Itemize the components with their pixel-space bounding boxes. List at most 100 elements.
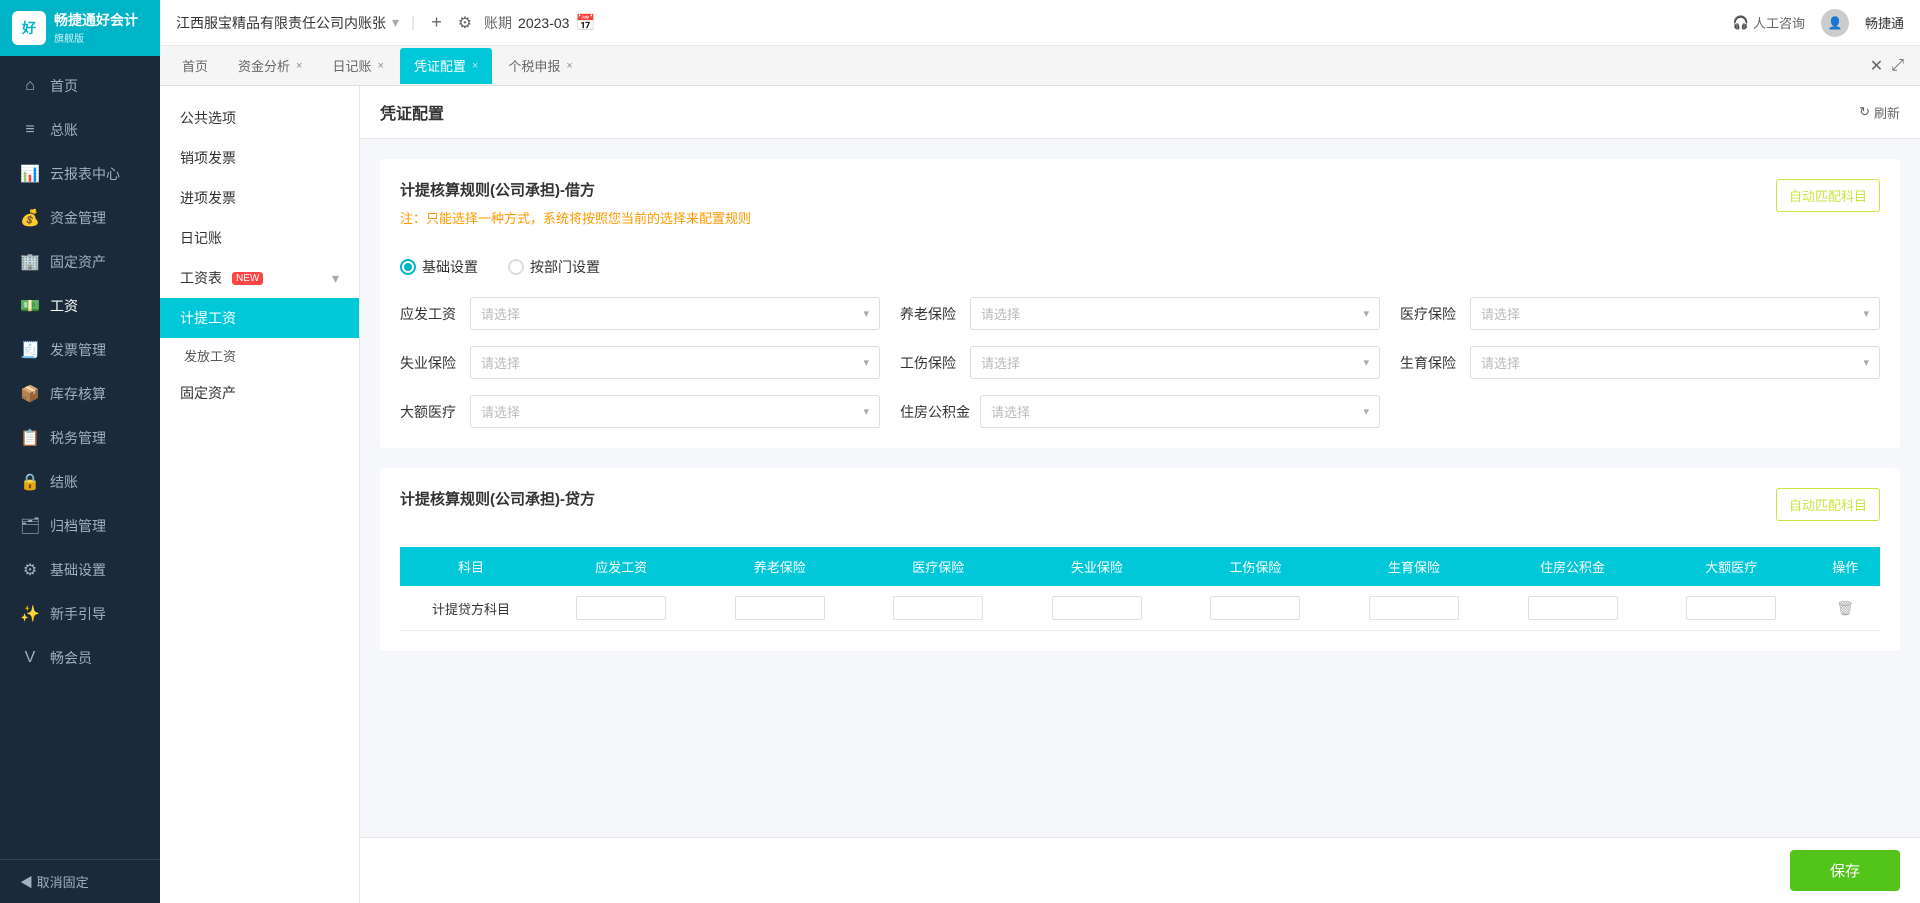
credit-auto-match-btn[interactable]: 自动匹配科目	[1776, 488, 1880, 521]
sidebar-item-tax[interactable]: 📋 税务管理	[0, 416, 160, 460]
sidebar-item-settings[interactable]: ⚙ 基础设置	[0, 548, 160, 592]
col-shengyu: 生育保险	[1335, 547, 1494, 586]
company-selector[interactable]: 江西服宝精品有限责任公司内账张 ▾	[176, 13, 399, 33]
expand-icon: ▾	[332, 270, 339, 287]
app-logo: 好 畅捷通好会计 旗舰版	[0, 0, 160, 56]
service-btn[interactable]: 🎧 人工咨询	[1733, 13, 1805, 32]
tab-tax-report-close[interactable]: ×	[566, 60, 572, 72]
page-title: 凭证配置	[380, 100, 444, 124]
expand-tab-icon[interactable]: ⤢	[1891, 57, 1904, 75]
sidebar-item-salary[interactable]: 💵 工资	[0, 284, 160, 328]
calendar-icon[interactable]: 📅	[575, 13, 595, 33]
nav-public[interactable]: 公共选项	[160, 98, 359, 138]
field-gongshang-bx: 工伤保险 请选择 ▾	[900, 346, 1380, 379]
row-gongshang-input[interactable]	[1210, 596, 1300, 620]
nav-payroll-calc[interactable]: 计提工资	[160, 298, 359, 338]
nav-purchase-invoice[interactable]: 进项发票	[160, 178, 359, 218]
archive-icon: 🗂	[20, 516, 40, 536]
tab-home[interactable]: 首页	[168, 48, 222, 84]
collapse-label: ◀ 取消固定	[20, 872, 89, 891]
nav-payroll-table[interactable]: 工资表 NEW ▾	[160, 258, 359, 298]
col-zhufang: 住房公积金	[1493, 547, 1652, 586]
sidebar-item-inventory[interactable]: 📦 库存核算	[0, 372, 160, 416]
row-gongshang-input-cell	[1176, 586, 1335, 631]
sidebar-item-close[interactable]: 🔒 结账	[0, 460, 160, 504]
invoice-mgmt-icon: 🧾	[20, 340, 40, 360]
field-zhufang-gjj: 住房公积金 请选择 ▾	[900, 395, 1380, 428]
sidebar-collapse-btn[interactable]: ◀ 取消固定	[0, 859, 160, 903]
field-yanglao-select[interactable]: 请选择 ▾	[970, 297, 1380, 330]
sidebar-item-reports[interactable]: 📊 云报表中心	[0, 152, 160, 196]
tab-tax-report[interactable]: 个税申报 ×	[494, 48, 586, 84]
field-da-e-label: 大额医疗	[400, 402, 460, 422]
delete-row-btn[interactable]: 🗑	[1836, 600, 1854, 616]
field-zhufang-select[interactable]: 请选择 ▾	[980, 395, 1380, 428]
row-yingfa-input[interactable]	[576, 596, 666, 620]
radio-department[interactable]: 按部门设置	[508, 257, 600, 277]
tab-voucher-config-close[interactable]: ×	[472, 60, 478, 72]
refresh-btn[interactable]: ↻ 刷新	[1859, 103, 1900, 122]
nav-journal[interactable]: 日记账	[160, 218, 359, 258]
field-shengyu-placeholder: 请选择	[1481, 353, 1520, 372]
period-selector[interactable]: 账期 2023-03 📅	[484, 13, 595, 33]
sidebar-item-home[interactable]: ⌂ 首页	[0, 64, 160, 108]
home-icon: ⌂	[20, 77, 40, 95]
tab-funds-close[interactable]: ×	[296, 60, 302, 72]
tab-journal[interactable]: 日记账 ×	[318, 48, 397, 84]
add-company-btn[interactable]: +	[427, 8, 446, 37]
field-yiliao-select[interactable]: 请选择 ▾	[1470, 297, 1880, 330]
settings-btn[interactable]: ⚙	[458, 13, 472, 33]
tab-voucher-config[interactable]: 凭证配置 ×	[400, 48, 492, 84]
col-yingfa: 应发工资	[542, 547, 701, 586]
tab-funds-label: 资金分析	[238, 56, 290, 75]
field-da-e-select[interactable]: 请选择 ▾	[470, 395, 880, 428]
field-gongshang-select[interactable]: 请选择 ▾	[970, 346, 1380, 379]
row-yiliao-input[interactable]	[893, 596, 983, 620]
tab-journal-close[interactable]: ×	[377, 60, 383, 72]
save-button[interactable]: 保存	[1790, 850, 1900, 891]
sidebar-item-assets[interactable]: 🏢 固定资产	[0, 240, 160, 284]
row-yanglao-input[interactable]	[735, 596, 825, 620]
row-label: 计提贷方科目	[400, 586, 542, 631]
sidebar-item-guide[interactable]: ✨ 新手引导	[0, 592, 160, 636]
sidebar-item-ledger[interactable]: ≡ 总账	[0, 108, 160, 152]
sidebar: 好 畅捷通好会计 旗舰版 ⌂ 首页 ≡ 总账 📊 云报表中心 💰 资金管理 🏢 …	[0, 0, 160, 903]
sidebar-item-label: 发票管理	[50, 340, 106, 360]
sidebar-item-member[interactable]: V 畅会员	[0, 636, 160, 680]
field-shengyu-select[interactable]: 请选择 ▾	[1470, 346, 1880, 379]
content-scroll: 计提核算规则(公司承担)-借方 注：只能选择一种方式，系统将按照您当前的选择来配…	[360, 139, 1920, 837]
row-da-e-input-cell	[1652, 586, 1811, 631]
field-yiliao-label: 医疗保险	[1400, 304, 1460, 324]
refresh-icon: ↻	[1859, 104, 1870, 120]
field-yingfa-select[interactable]: 请选择 ▾	[470, 297, 880, 330]
field-shiye-select[interactable]: 请选择 ▾	[470, 346, 880, 379]
row-shengyu-input[interactable]	[1369, 596, 1459, 620]
nav-sales-invoice[interactable]: 销项发票	[160, 138, 359, 178]
row-zhufang-input-cell	[1493, 586, 1652, 631]
radio-basic[interactable]: 基础设置	[400, 257, 478, 277]
field-shengyu-label: 生育保险	[1400, 353, 1460, 373]
row-shiye-input[interactable]	[1052, 596, 1142, 620]
close-tab-icon[interactable]: ✕	[1870, 56, 1883, 76]
field-shiye-placeholder: 请选择	[481, 353, 520, 372]
tab-journal-label: 日记账	[332, 56, 371, 75]
sidebar-item-label: 税务管理	[50, 428, 106, 448]
tab-funds[interactable]: 资金分析 ×	[224, 48, 316, 84]
sidebar-item-invoice-mgmt[interactable]: 🧾 发票管理	[0, 328, 160, 372]
row-zhufang-input[interactable]	[1528, 596, 1618, 620]
username-label: 畅捷通	[1865, 13, 1904, 32]
nav-payroll-calc-label: 计提工资	[180, 308, 236, 328]
page-header: 凭证配置 ↻ 刷新	[360, 86, 1920, 139]
main-area: 江西服宝精品有限责任公司内账张 ▾ | + ⚙ 账期 2023-03 📅 🎧 人…	[160, 0, 1920, 903]
nav-fixed-assets[interactable]: 固定资产	[160, 373, 359, 413]
field-yanglao-bx: 养老保险 请选择 ▾	[900, 297, 1380, 330]
chevron-down-icon: ▾	[1363, 405, 1369, 418]
row-da-e-input[interactable]	[1686, 596, 1776, 620]
sidebar-item-archive[interactable]: 🗂 归档管理	[0, 504, 160, 548]
sidebar-item-label: 畅会员	[50, 648, 92, 668]
debit-auto-match-btn[interactable]: 自动匹配科目	[1776, 179, 1880, 212]
headset-icon: 🎧	[1733, 15, 1749, 31]
sidebar-item-funds[interactable]: 💰 资金管理	[0, 196, 160, 240]
nav-payroll-dist[interactable]: 发放工资	[160, 338, 359, 373]
debit-form-grid: 应发工资 请选择 ▾ 养老保险 请选择 ▾	[400, 297, 1880, 428]
